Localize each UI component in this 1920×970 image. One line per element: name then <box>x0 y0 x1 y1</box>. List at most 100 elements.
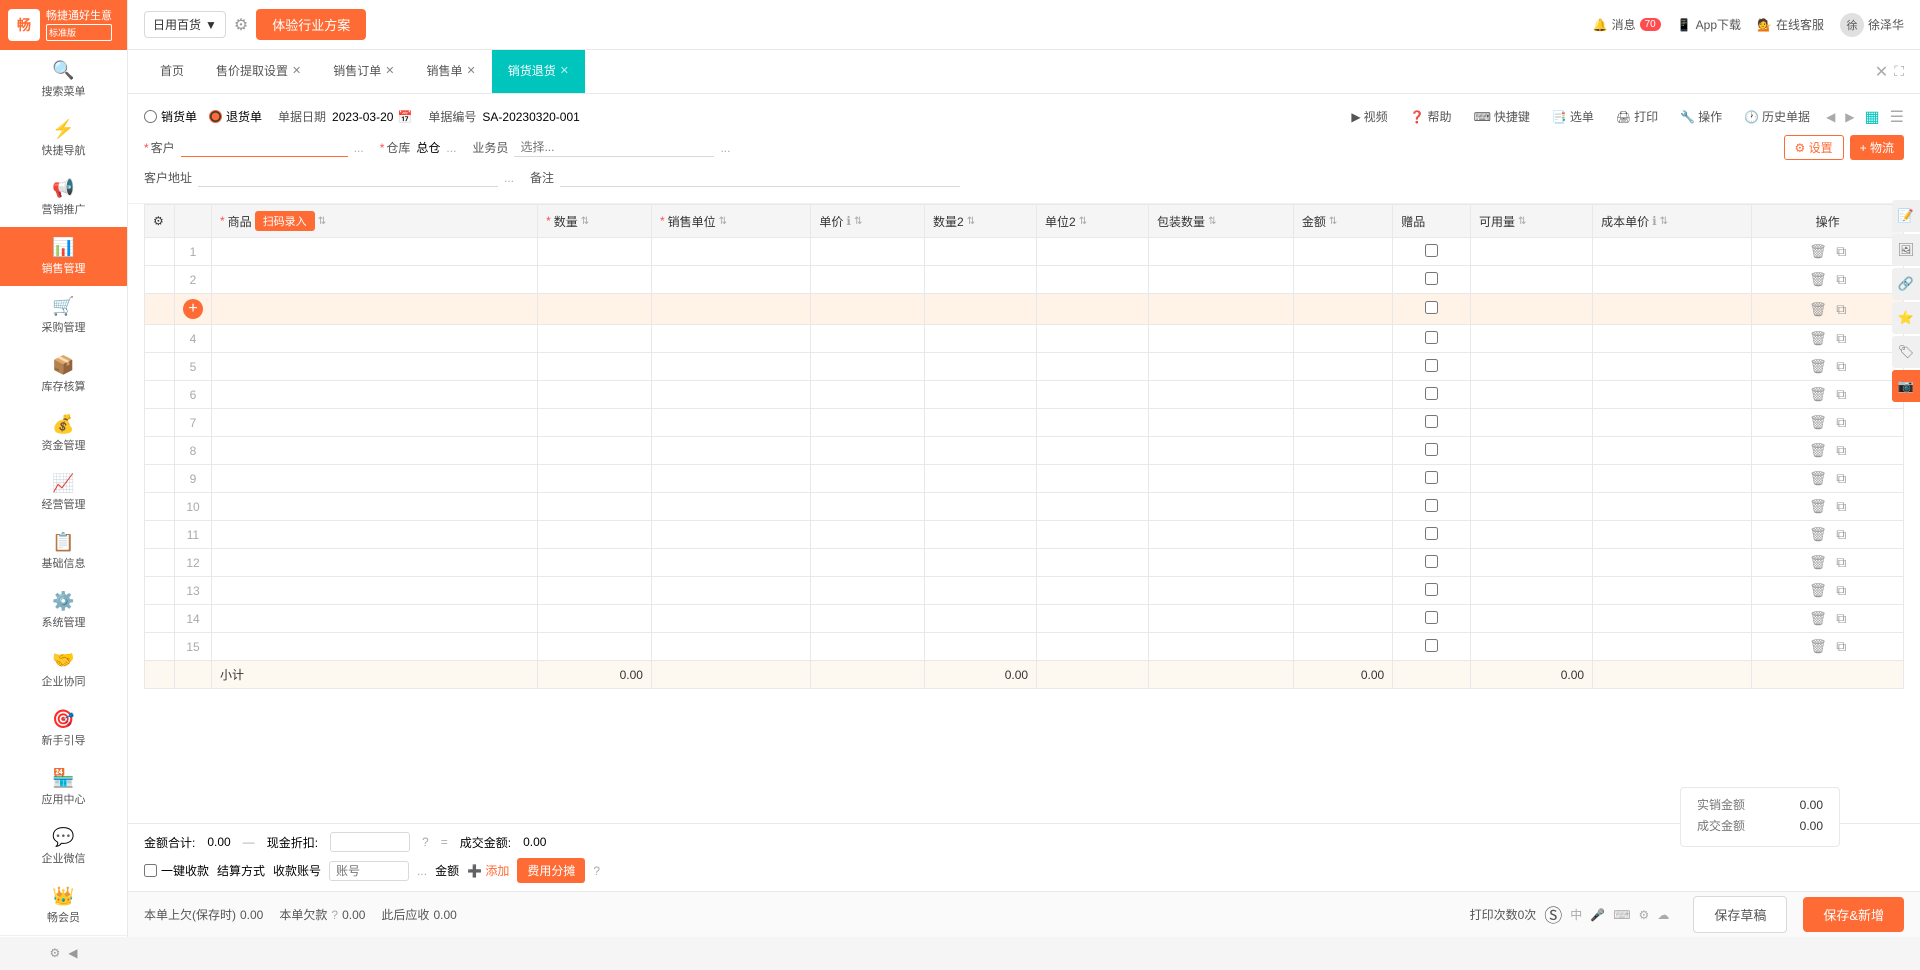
row-gift-cell[interactable] <box>1393 353 1471 381</box>
row-qty-cell[interactable] <box>538 353 652 381</box>
row-available-cell[interactable] <box>1470 437 1592 465</box>
copy-btn[interactable]: ⧉ <box>1833 301 1849 318</box>
sort-icon[interactable]: ⇅ <box>967 216 975 227</box>
tab-price-settings[interactable]: 售价提取设置 ✕ <box>200 50 317 93</box>
row-qty-cell[interactable] <box>538 238 652 266</box>
tab-close-icon[interactable]: ✕ <box>467 64 476 77</box>
sort-icon[interactable]: ⇅ <box>1329 216 1337 227</box>
settings-icon[interactable]: ⚙ <box>234 15 248 35</box>
scan-btn[interactable]: 扫码录入 <box>255 211 315 231</box>
right-float-note[interactable]: 📝 <box>1892 200 1920 232</box>
row-qty2-cell[interactable] <box>925 493 1037 521</box>
copy-btn[interactable]: ⧉ <box>1833 442 1849 459</box>
row-gift-cell[interactable] <box>1393 266 1471 294</box>
nav-next-icon[interactable]: ▶ <box>1845 110 1854 124</box>
row-qty2-cell[interactable] <box>925 238 1037 266</box>
product-input[interactable] <box>220 302 529 316</box>
row-amount-cell[interactable] <box>1293 294 1392 325</box>
row-pack-qty-cell[interactable] <box>1149 493 1294 521</box>
row-unit2-cell[interactable] <box>1037 238 1149 266</box>
row-cost-cell[interactable] <box>1593 266 1752 294</box>
product-input[interactable] <box>220 388 529 402</box>
row-pack-qty-cell[interactable] <box>1149 549 1294 577</box>
row-amount-cell[interactable] <box>1293 353 1392 381</box>
row-amount-cell[interactable] <box>1293 325 1392 353</box>
right-float-star[interactable]: ⭐ <box>1892 302 1920 334</box>
row-amount-cell[interactable] <box>1293 409 1392 437</box>
row-amount-cell[interactable] <box>1293 521 1392 549</box>
product-input[interactable] <box>220 273 529 287</box>
row-gift-cell[interactable] <box>1393 238 1471 266</box>
row-pack-qty-cell[interactable] <box>1149 266 1294 294</box>
row-qty2-cell[interactable] <box>925 437 1037 465</box>
nav-prev-icon[interactable]: ◀ <box>1826 110 1835 124</box>
radio-return-input[interactable] <box>209 110 222 123</box>
right-float-link[interactable]: 🔗 <box>1892 268 1920 300</box>
row-unit2-cell[interactable] <box>1037 437 1149 465</box>
gear-icon[interactable]: ⚙ <box>50 946 61 960</box>
copy-btn[interactable]: ⧉ <box>1833 386 1849 403</box>
gift-checkbox[interactable] <box>1425 555 1438 568</box>
row-gift-cell[interactable] <box>1393 409 1471 437</box>
delete-btn[interactable]: 🗑 <box>1806 442 1830 459</box>
select-order-btn[interactable]: 📑 选单 <box>1546 106 1600 127</box>
row-product-cell[interactable] <box>212 437 538 465</box>
sidebar-item-shortcut[interactable]: ⚡ 快捷导航 <box>0 109 127 168</box>
row-unit2-cell[interactable] <box>1037 325 1149 353</box>
product-input[interactable] <box>220 416 529 430</box>
row-product-cell[interactable] <box>212 493 538 521</box>
sidebar-item-search[interactable]: 🔍 搜索菜单 <box>0 50 127 109</box>
row-pack-qty-cell[interactable] <box>1149 633 1294 661</box>
copy-btn[interactable]: ⧉ <box>1833 582 1849 599</box>
row-available-cell[interactable] <box>1470 294 1592 325</box>
row-amount-cell[interactable] <box>1293 266 1392 294</box>
row-cost-cell[interactable] <box>1593 437 1752 465</box>
row-gift-cell[interactable] <box>1393 465 1471 493</box>
row-price-cell[interactable] <box>811 493 925 521</box>
row-price-cell[interactable] <box>811 238 925 266</box>
sidebar-item-enterprise[interactable]: 🤝 企业协同 <box>0 640 127 699</box>
row-sale-unit-cell[interactable] <box>651 521 810 549</box>
row-unit2-cell[interactable] <box>1037 381 1149 409</box>
row-price-cell[interactable] <box>811 353 925 381</box>
row-cost-cell[interactable] <box>1593 353 1752 381</box>
row-price-cell[interactable] <box>811 294 925 325</box>
row-price-cell[interactable] <box>811 633 925 661</box>
row-price-cell[interactable] <box>811 465 925 493</box>
row-price-cell[interactable] <box>811 266 925 294</box>
sidebar-item-newguide[interactable]: 🎯 新手引导 <box>0 699 127 758</box>
row-qty2-cell[interactable] <box>925 266 1037 294</box>
row-qty2-cell[interactable] <box>925 409 1037 437</box>
gift-checkbox[interactable] <box>1425 331 1438 344</box>
row-gift-cell[interactable] <box>1393 294 1471 325</box>
row-sale-unit-cell[interactable] <box>651 633 810 661</box>
row-available-cell[interactable] <box>1470 633 1592 661</box>
row-pack-qty-cell[interactable] <box>1149 409 1294 437</box>
print-btn[interactable]: 🖨 打印 <box>1610 106 1664 127</box>
row-cost-cell[interactable] <box>1593 381 1752 409</box>
sort-icon[interactable]: ⇅ <box>1079 216 1087 227</box>
product-input[interactable] <box>220 584 529 598</box>
gift-checkbox[interactable] <box>1425 583 1438 596</box>
product-input[interactable] <box>220 556 529 570</box>
row-qty-cell[interactable] <box>538 549 652 577</box>
row-qty-cell[interactable] <box>538 409 652 437</box>
row-product-cell[interactable] <box>212 266 538 294</box>
row-amount-cell[interactable] <box>1293 381 1392 409</box>
row-gift-cell[interactable] <box>1393 577 1471 605</box>
row-pack-qty-cell[interactable] <box>1149 353 1294 381</box>
copy-btn[interactable]: ⧉ <box>1833 414 1849 431</box>
row-gift-cell[interactable] <box>1393 493 1471 521</box>
tab-close-icon[interactable]: ✕ <box>560 64 569 77</box>
product-input[interactable] <box>220 332 529 346</box>
online-service-btn[interactable]: 💁 在线客服 <box>1757 16 1824 33</box>
row-unit2-cell[interactable] <box>1037 294 1149 325</box>
gift-checkbox[interactable] <box>1425 527 1438 540</box>
row-sale-unit-cell[interactable] <box>651 605 810 633</box>
row-available-cell[interactable] <box>1470 353 1592 381</box>
row-sale-unit-cell[interactable] <box>651 409 810 437</box>
tab-close-icon[interactable]: ✕ <box>385 64 394 77</box>
gift-checkbox[interactable] <box>1425 611 1438 624</box>
delete-btn[interactable]: 🗑 <box>1806 638 1830 655</box>
row-product-cell[interactable] <box>212 605 538 633</box>
